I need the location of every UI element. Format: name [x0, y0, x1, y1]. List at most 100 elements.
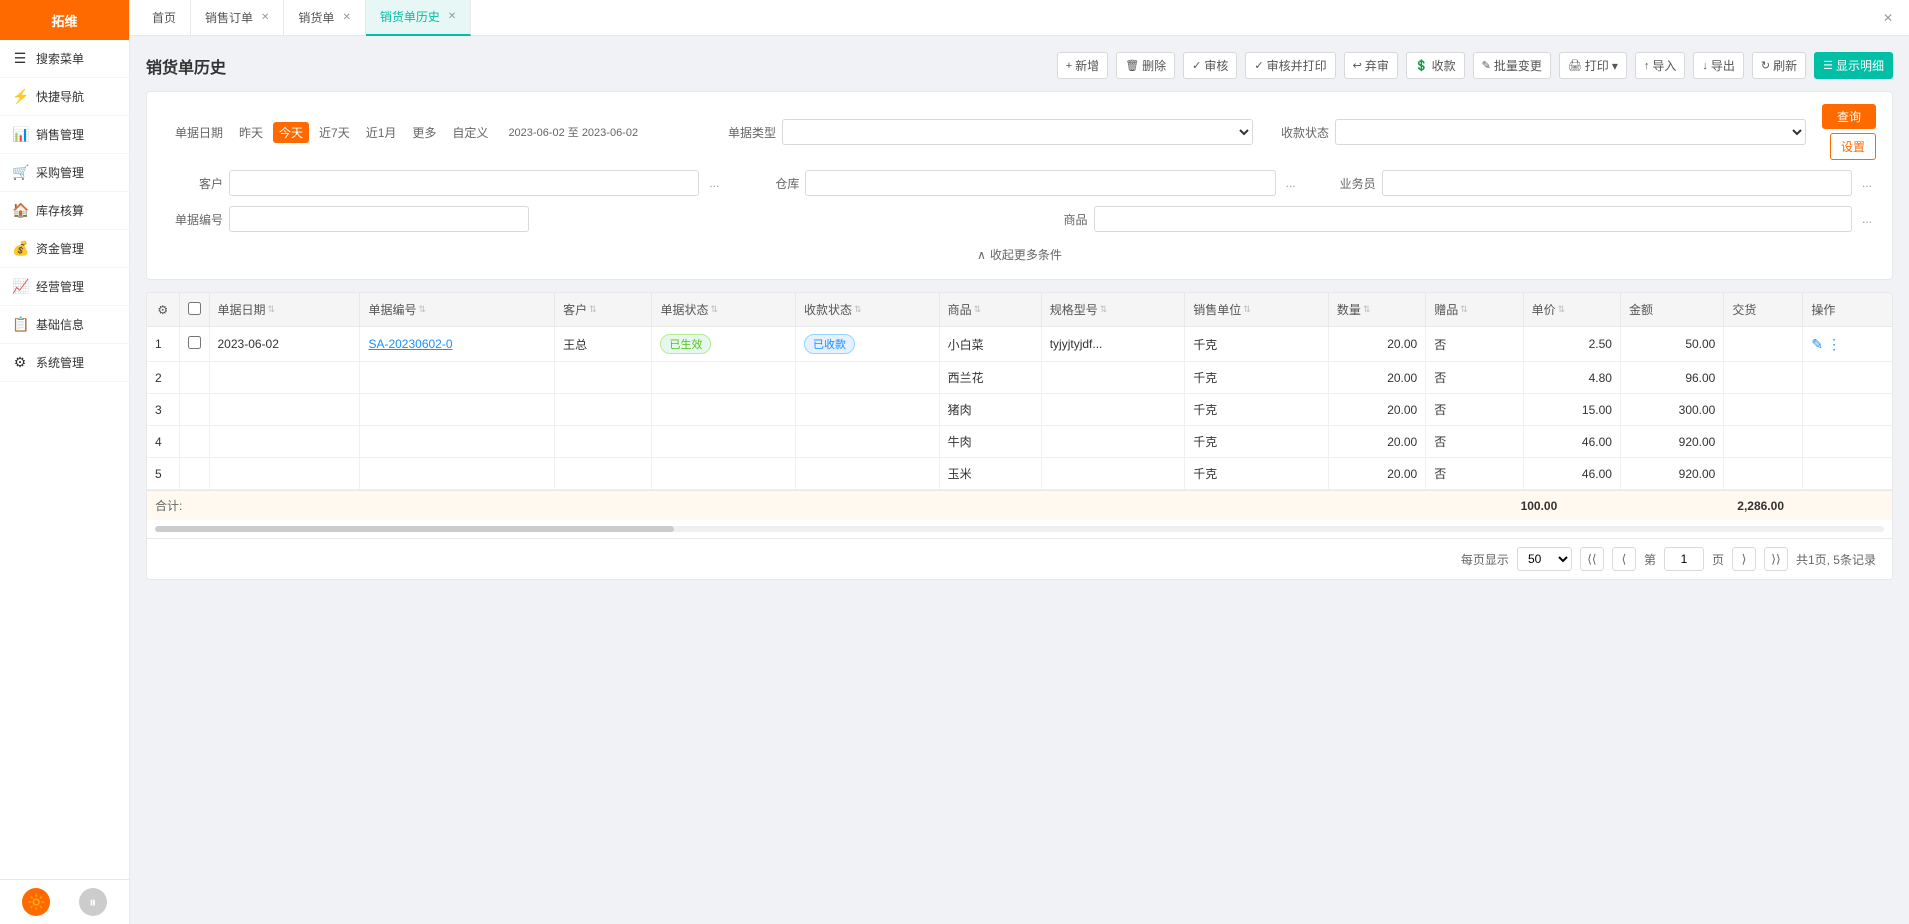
sidebar-item-system-mgmt[interactable]: ⚙ 系统管理 — [0, 344, 129, 382]
col-action: 操作 — [1803, 293, 1892, 327]
shortcut-yesterday[interactable]: 昨天 — [233, 122, 269, 143]
refresh-button[interactable]: ↻ 刷新 — [1752, 52, 1806, 79]
more-actions-icon[interactable]: ⋮ — [1827, 336, 1841, 353]
export-button[interactable]: ↓ 导出 — [1693, 52, 1744, 79]
audit-print-button[interactable]: ✓ 审核并打印 — [1245, 52, 1335, 79]
tab-sales-delivery[interactable]: 销货单 ✕ — [284, 0, 365, 36]
delete-button[interactable]: 🗑 删除 — [1116, 52, 1175, 79]
query-button[interactable]: 查询 — [1822, 104, 1876, 129]
search-menu-icon: ☰ — [12, 50, 28, 67]
per-page-select[interactable]: 50 100 — [1517, 547, 1572, 571]
sidebar-item-label: 销售管理 — [36, 126, 84, 143]
page-number-input[interactable] — [1664, 547, 1704, 571]
warehouse-input[interactable] — [805, 170, 1275, 196]
col-order-no[interactable]: 单据编号⇅ — [360, 293, 555, 327]
row-checkbox-3[interactable] — [179, 426, 209, 458]
tab-sales-order[interactable]: 销售订单 ✕ — [191, 0, 284, 36]
tab-home[interactable]: 首页 — [138, 0, 191, 36]
row-checkbox-1[interactable] — [179, 362, 209, 394]
close-all-tabs-button[interactable]: ✕ — [1875, 11, 1901, 25]
page-prefix: 第 — [1644, 551, 1656, 568]
col-date[interactable]: 单据日期⇅ — [209, 293, 360, 327]
filter-row-1: 单据日期 昨天 今天 近7天 近1月 更多 自定义 2023-06-02 至 2… — [163, 104, 1876, 160]
last-page-button[interactable]: ⟩⟩ — [1764, 547, 1788, 571]
horizontal-scrollbar[interactable] — [147, 520, 1892, 538]
col-qty[interactable]: 数量⇅ — [1328, 293, 1425, 327]
select-all-checkbox[interactable] — [188, 302, 201, 315]
first-page-button[interactable]: ⟨⟨ — [1580, 547, 1604, 571]
import-button[interactable]: ↑ 导入 — [1635, 52, 1686, 79]
salesperson-ellipsis-btn[interactable]: ... — [1858, 176, 1876, 190]
system-mgmt-icon: ⚙ — [12, 354, 28, 371]
warehouse-filter-field: 仓库 ... — [739, 170, 1299, 196]
sidebar-item-finance[interactable]: 💰 资金管理 — [0, 230, 129, 268]
sidebar-item-sales-mgmt[interactable]: 📊 销售管理 — [0, 116, 129, 154]
shortcut-today[interactable]: 今天 — [273, 122, 309, 143]
row-checkbox-2[interactable] — [179, 394, 209, 426]
sidebar-item-search-menu[interactable]: ☰ 搜索菜单 — [0, 40, 129, 78]
tab-close-sales-order[interactable]: ✕ — [261, 12, 269, 23]
row-order-no-1 — [360, 362, 555, 394]
row-checkbox-4[interactable] — [179, 458, 209, 490]
spec-sort-icon: ⇅ — [1100, 304, 1108, 315]
col-unit[interactable]: 销售单位⇅ — [1185, 293, 1329, 327]
col-spec[interactable]: 规格型号⇅ — [1041, 293, 1185, 327]
shortcut-more[interactable]: 更多 — [406, 122, 442, 143]
row-order-no-0[interactable]: SA-20230602-0 — [360, 327, 555, 362]
shortcut-7days[interactable]: 近7天 — [313, 122, 356, 143]
customer-sort-icon: ⇅ — [589, 304, 597, 315]
sidebar-item-quick-nav[interactable]: ⚡ 快捷导航 — [0, 78, 129, 116]
payment-status-field: 收款状态 — [1269, 119, 1806, 145]
order-no-input[interactable] — [229, 206, 529, 232]
row-spec-3 — [1041, 426, 1185, 458]
date-range-display: 2023-06-02 至 2023-06-02 — [508, 124, 638, 140]
pause-icon[interactable]: ⏸ — [79, 888, 107, 916]
abandon-button[interactable]: ↩ 弃审 — [1344, 52, 1398, 79]
warehouse-ellipsis-btn[interactable]: ... — [1282, 176, 1300, 190]
col-order-status[interactable]: 单据状态⇅ — [652, 293, 796, 327]
customer-ellipsis-btn[interactable]: ... — [705, 176, 723, 190]
col-unit-price[interactable]: 单价⇅ — [1523, 293, 1620, 327]
col-settings[interactable]: ⚙ — [147, 293, 179, 327]
brightness-icon[interactable]: 🔆 — [22, 888, 50, 916]
shortcut-custom[interactable]: 自定义 — [446, 122, 494, 143]
sidebar-item-basic-info[interactable]: 📋 基础信息 — [0, 306, 129, 344]
tab-sales-history[interactable]: 销货单历史 ✕ — [366, 0, 471, 36]
customer-input[interactable] — [229, 170, 699, 196]
show-detail-button[interactable]: ☰ 显示明细 — [1814, 52, 1893, 79]
tab-close-sales-delivery[interactable]: ✕ — [342, 12, 350, 23]
print-button[interactable]: 🖨 打印 ▾ — [1559, 52, 1627, 79]
payment-status-select[interactable] — [1335, 119, 1806, 145]
sidebar-item-purchase-mgmt[interactable]: 🛒 采购管理 — [0, 154, 129, 192]
goods-ellipsis-btn[interactable]: ... — [1858, 212, 1876, 226]
prev-page-button[interactable]: ⟨ — [1612, 547, 1636, 571]
edit-icon[interactable]: ✎ — [1811, 336, 1823, 353]
collapse-filter-button[interactable]: ∧ 收起更多条件 — [973, 242, 1066, 267]
collect-button[interactable]: 💲 收款 — [1406, 52, 1465, 79]
col-customer[interactable]: 客户⇅ — [555, 293, 652, 327]
col-goods[interactable]: 商品⇅ — [939, 293, 1041, 327]
settings-button[interactable]: 设置 — [1830, 133, 1876, 160]
shortcut-1month[interactable]: 近1月 — [360, 122, 403, 143]
audit-button[interactable]: ✓ 审核 — [1183, 52, 1237, 79]
abandon-icon: ↩ — [1353, 59, 1362, 72]
sidebar-item-label: 基础信息 — [36, 316, 84, 333]
salesperson-input[interactable] — [1382, 170, 1852, 196]
next-page-button[interactable]: ⟩ — [1732, 547, 1756, 571]
col-gift[interactable]: 赠品⇅ — [1426, 293, 1523, 327]
tab-close-sales-history[interactable]: ✕ — [448, 11, 456, 22]
goods-input[interactable] — [1094, 206, 1852, 232]
order-no-label: 单据编号 — [163, 211, 223, 228]
col-payment-status[interactable]: 收款状态⇅ — [796, 293, 940, 327]
sidebar-item-label: 系统管理 — [36, 354, 84, 371]
type-select[interactable] — [782, 119, 1253, 145]
row-checkbox-0[interactable] — [179, 327, 209, 362]
batch-change-button[interactable]: ✎ 批量变更 — [1473, 52, 1551, 79]
row-action-2 — [1803, 394, 1892, 426]
order-no-link[interactable]: SA-20230602-0 — [368, 337, 452, 351]
add-button[interactable]: + 新增 — [1057, 52, 1108, 79]
show-detail-icon: ☰ — [1823, 59, 1833, 72]
row-checkbox[interactable] — [188, 336, 201, 349]
sidebar-item-operations[interactable]: 📈 经营管理 — [0, 268, 129, 306]
sidebar-item-inventory[interactable]: 🏠 库存核算 — [0, 192, 129, 230]
